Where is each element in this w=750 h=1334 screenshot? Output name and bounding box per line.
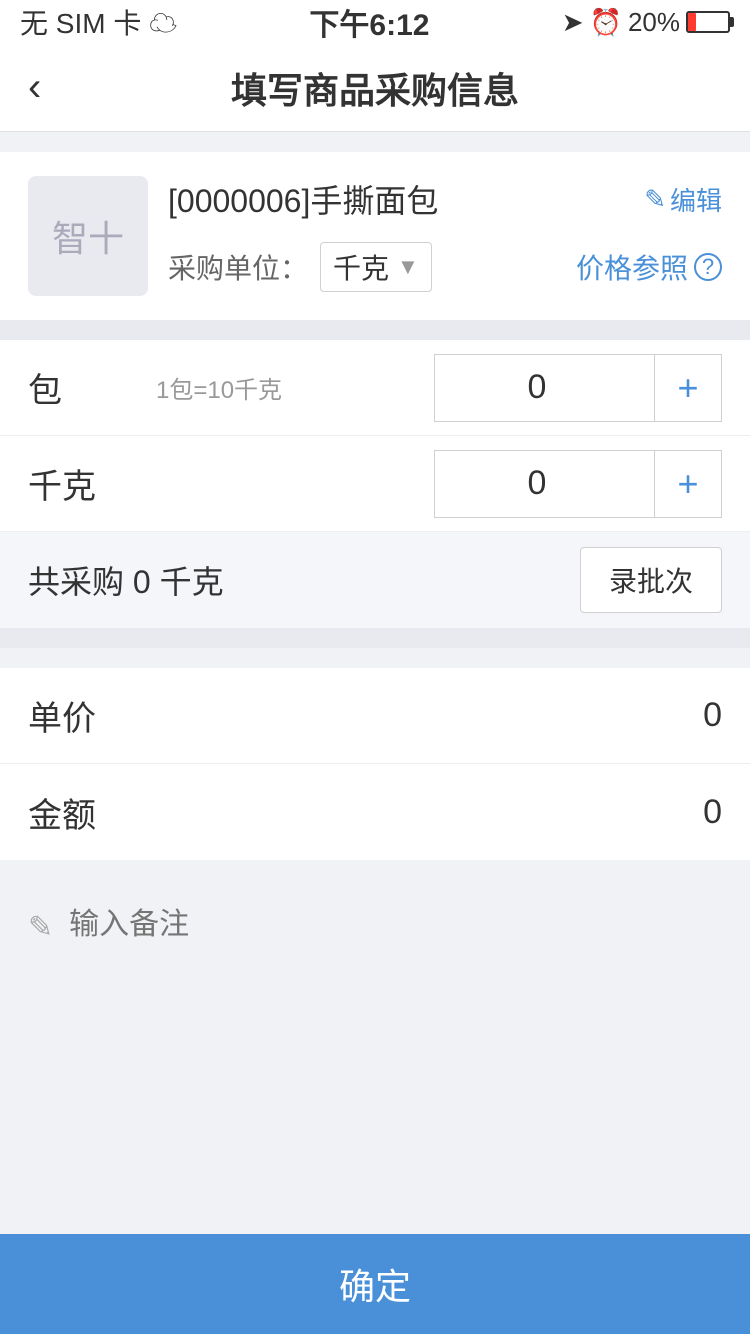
summary-text: 共采购 0 千克: [28, 557, 224, 603]
product-logo: 智十: [52, 210, 124, 262]
bag-sublabel: 1包=10千克: [156, 370, 282, 405]
edit-icon: ✎: [644, 184, 666, 215]
product-info: [0000006]手撕面包 ✎ 编辑 采购单位： 千克 ▼ 价格参照 ?: [168, 176, 722, 292]
purchase-unit-label: 采购单位：: [168, 247, 308, 287]
confirm-button[interactable]: 确定: [0, 1234, 750, 1334]
amount-label: 金额: [28, 788, 96, 837]
remark-section: ✎: [0, 880, 750, 1080]
product-name: [0000006]手撕面包: [168, 176, 438, 222]
page-title: 填写商品采购信息: [231, 62, 519, 114]
price-ref-label: 价格参照: [576, 247, 688, 287]
unit-price-row: 单价 0: [0, 668, 750, 764]
pencil-icon: ✎: [28, 910, 53, 945]
back-button[interactable]: ‹: [28, 65, 41, 110]
summary-section: 共采购 0 千克 录批次: [0, 532, 750, 628]
status-bar: 无 SIM 卡 ☁ 下午6:12 ➤ ⏰ 20%: [0, 0, 750, 44]
chevron-down-icon: ▼: [397, 254, 419, 280]
section-divider-2: [0, 628, 750, 648]
product-image: 智十: [28, 176, 148, 296]
bag-input-row: 包 1包=10千克 +: [0, 340, 750, 436]
bottom-spacer: [0, 1080, 750, 1200]
edit-label: 编辑: [670, 181, 722, 218]
purchase-unit-row: 采购单位： 千克 ▼ 价格参照 ?: [168, 242, 722, 292]
status-right: ➤ ⏰ 20%: [562, 7, 730, 38]
batch-button[interactable]: 录批次: [580, 547, 722, 613]
bag-input[interactable]: [434, 354, 654, 422]
bag-plus-button[interactable]: +: [654, 354, 722, 422]
price-section: 单价 0 金额 0: [0, 668, 750, 860]
battery-icon: [686, 11, 730, 33]
kg-plus-button[interactable]: +: [654, 450, 722, 518]
nav-bar: ‹ 填写商品采购信息: [0, 44, 750, 132]
location-icon: ➤: [562, 7, 584, 38]
section-divider-1: [0, 320, 750, 340]
edit-button[interactable]: ✎ 编辑: [644, 181, 722, 218]
amount-row: 金额 0: [0, 764, 750, 860]
bag-input-right: +: [434, 354, 722, 422]
status-time: 下午6:12: [309, 0, 429, 44]
product-name-row: [0000006]手撕面包 ✎ 编辑: [168, 176, 722, 222]
price-ref-button[interactable]: 价格参照 ?: [576, 247, 722, 287]
bag-label: 包: [28, 363, 148, 412]
unit-select[interactable]: 千克 ▼: [320, 242, 432, 292]
kg-input-right: +: [434, 450, 722, 518]
amount-value: 0: [703, 793, 722, 832]
remark-input[interactable]: [69, 908, 722, 942]
alarm-icon: ⏰: [590, 7, 622, 38]
input-section: 包 1包=10千克 + 千克 +: [0, 340, 750, 532]
product-card: 智十 [0000006]手撕面包 ✎ 编辑 采购单位： 千克 ▼ 价格参照 ?: [0, 152, 750, 320]
kg-input-row: 千克 +: [0, 436, 750, 532]
battery-percent: 20%: [628, 7, 680, 38]
kg-label: 千克: [28, 459, 148, 508]
unit-value: 千克: [333, 247, 389, 287]
unit-price-value: 0: [703, 696, 722, 735]
kg-input[interactable]: [434, 450, 654, 518]
signal-text: 无 SIM 卡 ☁: [20, 2, 177, 42]
unit-price-label: 单价: [28, 691, 96, 740]
status-left: 无 SIM 卡 ☁: [20, 2, 177, 42]
help-icon: ?: [694, 253, 722, 281]
